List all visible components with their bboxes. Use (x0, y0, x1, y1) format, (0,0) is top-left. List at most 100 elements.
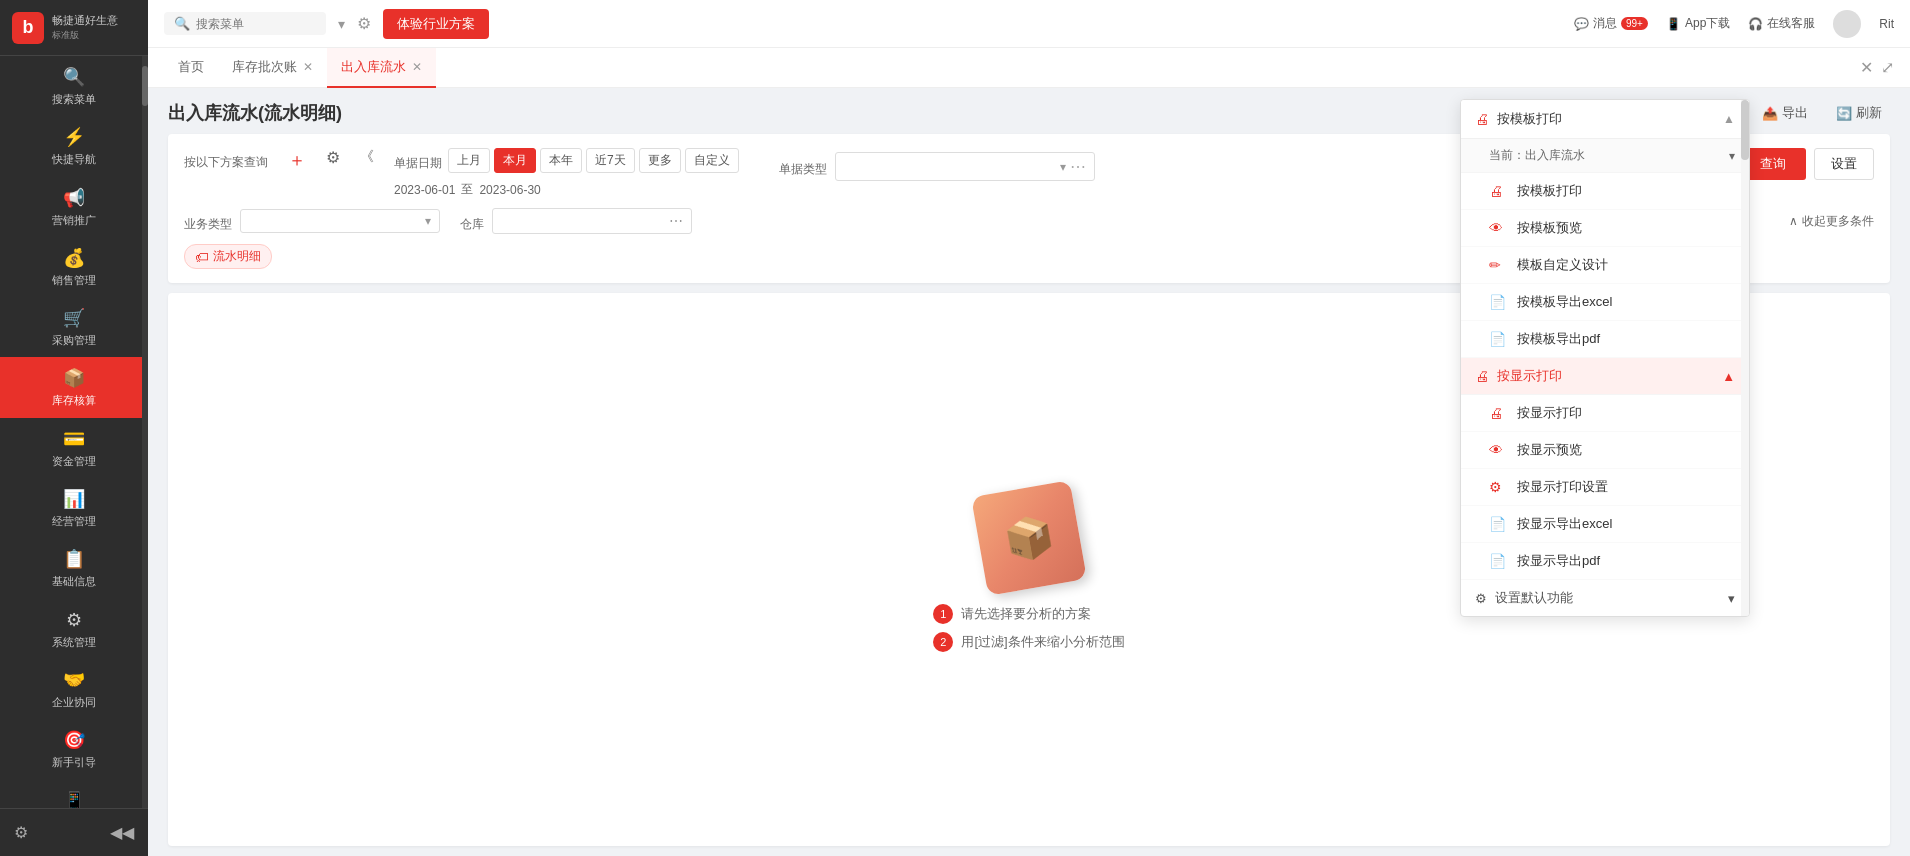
user-name: Rit (1879, 17, 1894, 31)
print-template-custom-item[interactable]: ✏ 模板自定义设计 (1461, 247, 1749, 284)
date-opt-thismonth[interactable]: 本月 (494, 148, 536, 173)
sidebar-item-collab[interactable]: 🤝 企业协同 (0, 659, 148, 719)
print-template-preview-item[interactable]: 👁 按模板预览 (1461, 210, 1749, 247)
app-download-button[interactable]: 📱 App下载 (1666, 15, 1730, 32)
display-settings-item[interactable]: ⚙ 按显示打印设置 (1461, 469, 1749, 506)
sidebar-item-search[interactable]: 🔍 搜索菜单 (0, 56, 148, 116)
dropdown-scrollbar-thumb (1741, 100, 1749, 160)
topbar-gear-icon[interactable]: ⚙ (357, 14, 371, 33)
date-range: 2023-06-01 至 2023-06-30 (394, 181, 739, 198)
display-excel-item[interactable]: 📄 按显示导出excel (1461, 506, 1749, 543)
template-print-label: 按模板打印 (1517, 182, 1582, 200)
sidebar-label-basic: 基础信息 (52, 574, 96, 588)
sidebar-item-appcenter[interactable]: 📱 应用中心 (0, 780, 148, 808)
tab-home[interactable]: 首页 (164, 48, 218, 88)
business-type-dropdown[interactable]: ▾ (240, 209, 440, 233)
display-preview-item[interactable]: 👁 按显示预览 (1461, 432, 1749, 469)
collapse-sidebar-icon[interactable]: ◀◀ (110, 823, 134, 842)
online-service-button[interactable]: 🎧 在线客服 (1748, 15, 1815, 32)
date-opt-more[interactable]: 更多 (639, 148, 681, 173)
topbar-right: 💬 消息 99+ 📱 App下载 🎧 在线客服 Rit (1574, 10, 1894, 38)
display-preview-label: 按显示预览 (1517, 441, 1582, 459)
sidebar-item-inventory[interactable]: 📦 库存核算 (0, 357, 148, 417)
sidebar-item-purchase[interactable]: 🛒 采购管理 (0, 297, 148, 357)
date-from: 2023-06-01 (394, 183, 455, 197)
sidebar-label-sales: 销售管理 (52, 273, 96, 287)
sidebar-label-inventory: 库存核算 (52, 393, 96, 407)
settings-button[interactable]: 设置 (1814, 148, 1874, 180)
print-template-pdf-item[interactable]: 📄 按模板导出pdf (1461, 321, 1749, 358)
basic-icon: 📋 (63, 548, 85, 570)
display-excel-label: 按显示导出excel (1517, 515, 1612, 533)
template-pdf-icon: 📄 (1489, 331, 1507, 347)
sidebar-item-quicknav[interactable]: ⚡ 快捷导航 (0, 116, 148, 176)
print-template-print-item[interactable]: 🖨 按模板打印 (1461, 173, 1749, 210)
message-button[interactable]: 💬 消息 99+ (1574, 15, 1648, 32)
collapse-btn[interactable]: ∧ 收起更多条件 (1789, 213, 1874, 230)
tab-batch-close[interactable]: ✕ (303, 60, 313, 74)
sidebar-item-system[interactable]: ⚙ 系统管理 (0, 599, 148, 659)
download-icon: 📱 (1666, 17, 1681, 31)
message-label: 消息 (1593, 15, 1617, 32)
sidebar-item-guide[interactable]: 🎯 新手引导 (0, 719, 148, 779)
industry-solution-button[interactable]: 体验行业方案 (383, 9, 489, 39)
sidebar-item-marketing[interactable]: 📢 营销推广 (0, 177, 148, 237)
tab-close-all-icon[interactable]: ✕ (1860, 58, 1873, 77)
export-button[interactable]: 📤 导出 (1754, 100, 1816, 126)
condition-settings-button[interactable]: ⚙ (326, 148, 340, 167)
collab-icon: 🤝 (63, 669, 85, 691)
date-opt-7days[interactable]: 近7天 (586, 148, 635, 173)
print-dropdown-current-arrow: ▾ (1729, 149, 1735, 163)
display-section-label: 按显示打印 (1497, 367, 1562, 385)
display-print-section[interactable]: 🖨 按显示打印 ▲ (1461, 358, 1749, 395)
display-settings-label: 按显示打印设置 (1517, 478, 1608, 496)
search-menu-box[interactable]: 🔍 (164, 12, 326, 35)
filter-tag-shuimingxi[interactable]: 🏷 流水明细 (184, 244, 272, 269)
sidebar-item-sales[interactable]: 💰 销售管理 (0, 237, 148, 297)
print-dropdown-header: 🖨 按模板打印 ▲ (1461, 100, 1749, 139)
filter-tag-label: 流水明细 (213, 248, 261, 265)
refresh-label: 刷新 (1856, 104, 1882, 122)
date-separator: 至 (461, 181, 473, 198)
date-opt-custom[interactable]: 自定义 (685, 148, 739, 173)
refresh-button[interactable]: 🔄 刷新 (1828, 100, 1890, 126)
bill-type-dropdown[interactable]: ▾ ⋯ (835, 152, 1095, 181)
template-excel-label: 按模板导出excel (1517, 293, 1612, 311)
tab-flow[interactable]: 出入库流水 ✕ (327, 48, 436, 88)
tab-flow-close[interactable]: ✕ (412, 60, 422, 74)
sidebar-item-finance[interactable]: 💳 资金管理 (0, 418, 148, 478)
sidebar-logo: b 畅捷通好生意 标准版 (0, 0, 148, 56)
search-menu-input[interactable] (196, 17, 316, 31)
display-pdf-item[interactable]: 📄 按显示导出pdf (1461, 543, 1749, 580)
user-avatar[interactable] (1833, 10, 1861, 38)
search-menu-icon: 🔍 (174, 16, 190, 31)
warehouse-dropdown[interactable]: ⋯ (492, 208, 692, 234)
business-type-label: 业务类型 (184, 210, 232, 233)
system-icon: ⚙ (66, 609, 82, 631)
print-template-excel-item[interactable]: 📄 按模板导出excel (1461, 284, 1749, 321)
date-to: 2023-06-30 (479, 183, 540, 197)
tab-maximize-icon[interactable]: ⤢ (1881, 58, 1894, 77)
template-preview-icon: 👁 (1489, 220, 1507, 236)
tabbar-controls: ✕ ⤢ (1860, 58, 1894, 77)
sidebar: b 畅捷通好生意 标准版 🔍 搜索菜单 ⚡ 快捷导航 📢 营销推广 💰 销售管理… (0, 0, 148, 856)
tab-batch[interactable]: 库存批次账 ✕ (218, 48, 327, 88)
template-custom-label: 模板自定义设计 (1517, 256, 1608, 274)
sidebar-item-operations[interactable]: 📊 经营管理 (0, 478, 148, 538)
sidebar-item-basic[interactable]: 📋 基础信息 (0, 538, 148, 598)
inventory-icon: 📦 (63, 367, 85, 389)
chevron-up-icon: ∧ (1789, 214, 1798, 228)
sidebar-label-quicknav: 快捷导航 (52, 152, 96, 166)
print-dropdown-footer[interactable]: ⚙ 设置默认功能 ▾ (1461, 580, 1749, 616)
print-dropdown-collapse-icon[interactable]: ▲ (1723, 112, 1735, 126)
date-field-group: 单据日期 上月 本月 本年 近7天 更多 自定义 2023-06-0 (394, 148, 739, 198)
display-print-item[interactable]: 🖨 按显示打印 (1461, 395, 1749, 432)
date-opt-lastmonth[interactable]: 上月 (448, 148, 490, 173)
date-opt-thisyear[interactable]: 本年 (540, 148, 582, 173)
collapse-conditions-button[interactable]: 《 (360, 148, 374, 166)
settings-bottom-icon[interactable]: ⚙ (14, 823, 28, 842)
topbar-chevron-icon[interactable]: ▾ (338, 16, 345, 32)
topbar-left: 🔍 ▾ ⚙ 体验行业方案 (164, 9, 489, 39)
add-condition-button[interactable]: ＋ (288, 148, 306, 172)
tab-flow-label: 出入库流水 (341, 58, 406, 76)
